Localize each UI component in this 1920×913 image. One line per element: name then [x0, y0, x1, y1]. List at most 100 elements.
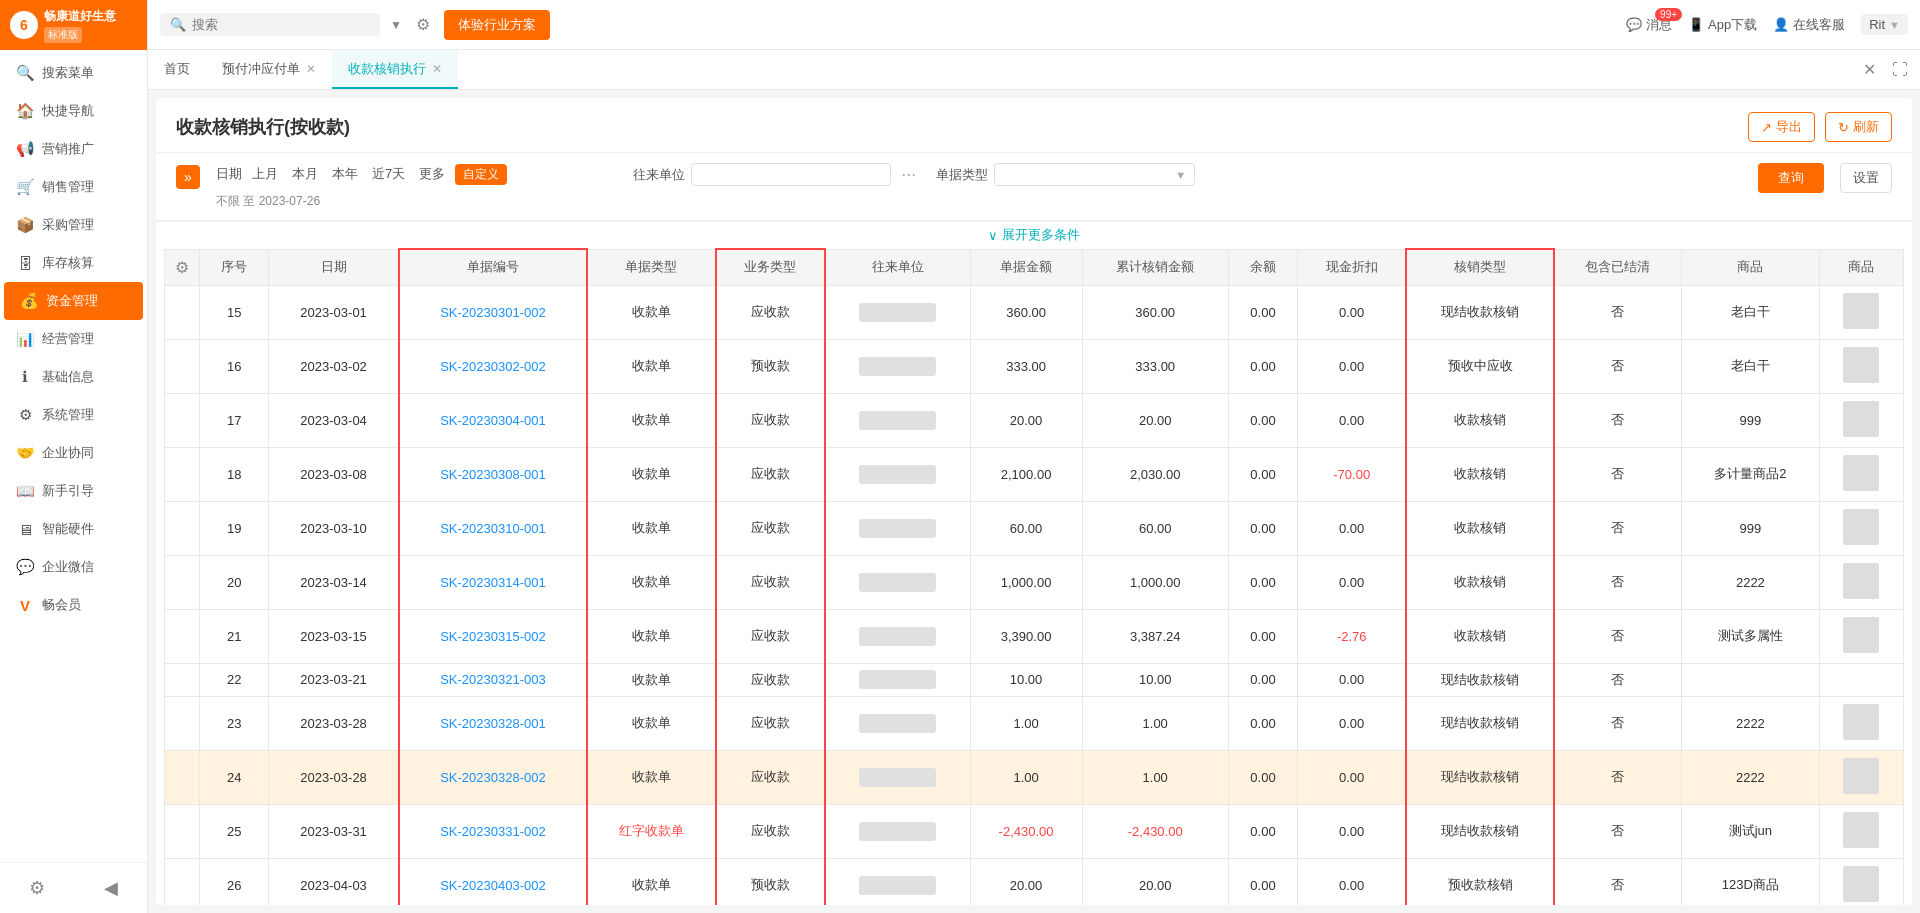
export-button[interactable]: ↗ 导出 [1748, 112, 1815, 142]
sidebar-item-inventory[interactable]: 🗄 库存核算 [0, 244, 147, 282]
sn-link[interactable]: SK-20230403-002 [440, 878, 546, 893]
cell-cum-cancel: 1.00 [1082, 750, 1228, 804]
filter-date-this-year[interactable]: 本年 [328, 163, 362, 185]
solution-button[interactable]: 体验行业方案 [444, 10, 550, 40]
sn-link[interactable]: SK-20230321-003 [440, 672, 546, 687]
tab-close-all-button[interactable]: ✕ [1859, 56, 1880, 83]
message-icon: 💬 [1626, 17, 1642, 32]
filter-toggle-button[interactable]: » [176, 165, 200, 189]
message-button[interactable]: 💬 消息 99+ [1626, 16, 1672, 34]
member-icon: V [16, 596, 34, 614]
column-setting-icon[interactable]: ⚙ [175, 259, 189, 276]
sn-link[interactable]: SK-20230308-001 [440, 467, 546, 482]
filter-custom-button[interactable]: 自定义 [455, 164, 507, 185]
cell-partner: ████ [825, 447, 970, 501]
cell-goods-img [1819, 663, 1903, 696]
system-icon: ⚙ [16, 406, 34, 424]
sn-link[interactable]: SK-20230301-002 [440, 305, 546, 320]
th-cum-cancel: 累计核销金额 [1082, 249, 1228, 285]
sidebar-item-wechat[interactable]: 💬 企业微信 [0, 548, 147, 586]
cell-seq: 21 [200, 609, 269, 663]
app-download-button[interactable]: 📱 App下载 [1688, 16, 1757, 34]
cell-cancel-type: 收款核销 [1406, 501, 1554, 555]
user-label: Rit [1869, 17, 1885, 32]
sidebar-item-quick-nav[interactable]: 🏠 快捷导航 [0, 92, 147, 130]
sn-link[interactable]: SK-20230310-001 [440, 521, 546, 536]
sn-link[interactable]: SK-20230315-002 [440, 629, 546, 644]
sn-link[interactable]: SK-20230328-002 [440, 770, 546, 785]
search-input[interactable] [192, 17, 370, 32]
cell-cancel-type: 现结收款核销 [1406, 696, 1554, 750]
sn-link[interactable]: SK-20230304-001 [440, 413, 546, 428]
online-service-button[interactable]: 👤 在线客服 [1773, 16, 1845, 34]
tab-prepay-list[interactable]: 预付冲应付单 ✕ [206, 50, 332, 89]
cell-sn: SK-20230331-002 [399, 804, 587, 858]
user-menu-button[interactable]: Rit ▼ [1861, 14, 1908, 35]
inventory-icon: 🗄 [16, 254, 34, 272]
filter-date-last-month[interactable]: 上月 [248, 163, 282, 185]
filter-date-more[interactable]: 更多 [415, 163, 449, 185]
sidebar-item-guide[interactable]: 📖 新手引导 [0, 472, 147, 510]
dropdown-arrow-icon[interactable]: ▼ [390, 18, 402, 32]
sidebar-item-basic[interactable]: ℹ 基础信息 [0, 358, 147, 396]
operation-icon: 📊 [16, 330, 34, 348]
sn-link[interactable]: SK-20230328-001 [440, 716, 546, 731]
tab-home[interactable]: 首页 [148, 50, 206, 89]
sidebar-settings-button[interactable]: ⚙ [25, 873, 49, 903]
th-setting[interactable]: ⚙ [165, 249, 200, 285]
cell-cash-discount: -2.76 [1298, 609, 1407, 663]
sidebar-item-operation[interactable]: 📊 经营管理 [0, 320, 147, 358]
cell-date: 2023-03-04 [269, 393, 399, 447]
sn-link[interactable]: SK-20230331-002 [440, 824, 546, 839]
tab-expand-button[interactable]: ⛶ [1888, 57, 1912, 83]
filter-receipt-type-select[interactable] [1003, 167, 1171, 182]
filter-date-this-month[interactable]: 本月 [288, 163, 322, 185]
cell-seq: 24 [200, 750, 269, 804]
sidebar-item-hardware[interactable]: 🖥 智能硬件 [0, 510, 147, 548]
sidebar-item-member[interactable]: V 畅会员 [0, 586, 147, 624]
cell-cancel-type: 现结收款核销 [1406, 663, 1554, 696]
sidebar-collapse-button[interactable]: ◀ [100, 873, 122, 903]
cell-receipt-type: 收款单 [587, 501, 715, 555]
tab-receipt-cancel[interactable]: 收款核销执行 ✕ [332, 50, 458, 89]
topbar-gear-icon[interactable]: ⚙ [412, 11, 434, 38]
cell-setting [165, 696, 200, 750]
filter-settings-button[interactable]: 设置 [1840, 163, 1892, 193]
filter-partner-dots[interactable]: ··· [897, 164, 920, 185]
cell-setting [165, 285, 200, 339]
cell-cum-cancel: 20.00 [1082, 393, 1228, 447]
cell-cash-discount: 0.00 [1298, 285, 1407, 339]
sidebar-item-sales[interactable]: 🛒 销售管理 [0, 168, 147, 206]
sidebar-item-marketing[interactable]: 📢 营销推广 [0, 130, 147, 168]
filter-date-7days[interactable]: 近7天 [368, 163, 409, 185]
tab-receipt-cancel-close[interactable]: ✕ [432, 62, 442, 76]
cell-date: 2023-03-01 [269, 285, 399, 339]
cell-cancel-type: 现结收款核销 [1406, 750, 1554, 804]
sn-link[interactable]: SK-20230302-002 [440, 359, 546, 374]
table-row: 21 2023-03-15 SK-20230315-002 收款单 应收款 ██… [165, 609, 1904, 663]
sales-icon: 🛒 [16, 178, 34, 196]
sidebar-item-enterprise[interactable]: 🤝 企业协同 [0, 434, 147, 472]
cell-cancel-type: 收款核销 [1406, 447, 1554, 501]
topbar: 🔍 ▼ ⚙ 体验行业方案 💬 消息 99+ 📱 App下载 👤 在线客服 Rit [148, 0, 1920, 50]
refresh-button[interactable]: ↻ 刷新 [1825, 112, 1892, 142]
sidebar-item-search-menu[interactable]: 🔍 搜索菜单 [0, 54, 147, 92]
sidebar-item-system[interactable]: ⚙ 系统管理 [0, 396, 147, 434]
tab-prepay-list-close[interactable]: ✕ [306, 62, 316, 76]
topbar-right: 💬 消息 99+ 📱 App下载 👤 在线客服 Rit ▼ [1626, 14, 1908, 35]
query-button[interactable]: 查询 [1758, 163, 1824, 193]
filter-date-group: 日期 上月 本月 本年 近7天 更多 自定义 不限 至 2023-07-26 [216, 163, 617, 210]
cell-cash-discount: 0.00 [1298, 858, 1407, 905]
sidebar-item-finance[interactable]: 💰 资金管理 [4, 282, 143, 320]
cell-sn: SK-20230321-003 [399, 663, 587, 696]
cell-balance: 0.00 [1228, 501, 1297, 555]
sn-link[interactable]: SK-20230314-001 [440, 575, 546, 590]
cell-include-settled: 否 [1554, 696, 1682, 750]
sidebar-item-purchase[interactable]: 📦 采购管理 [0, 206, 147, 244]
cell-cum-cancel: 360.00 [1082, 285, 1228, 339]
filter-expand-button[interactable]: ∨ 展开更多条件 [156, 221, 1912, 248]
refresh-label: 刷新 [1853, 118, 1879, 136]
cell-amount: 360.00 [970, 285, 1082, 339]
filter-partner-input[interactable] [700, 167, 882, 182]
wechat-icon: 💬 [16, 558, 34, 576]
